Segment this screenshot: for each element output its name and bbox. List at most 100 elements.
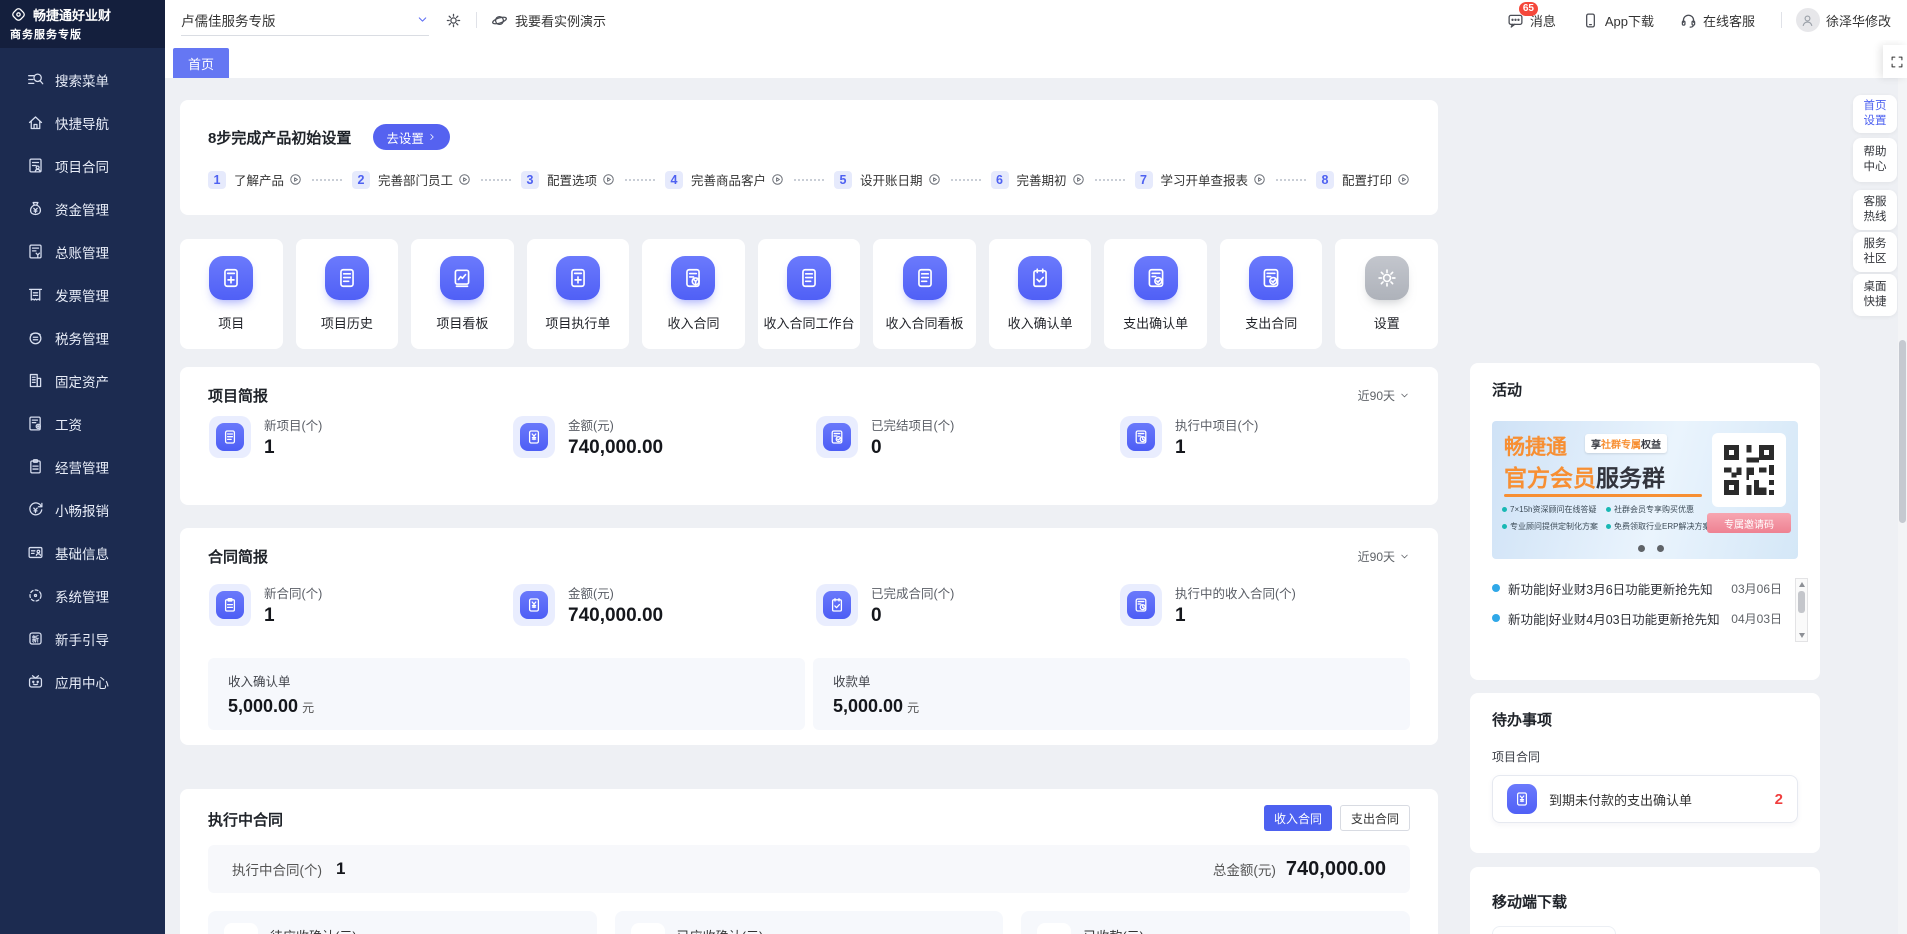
setup-step-3[interactable]: 3 配置选项 — [521, 170, 615, 189]
setup-step-8[interactable]: 8 配置打印 — [1316, 170, 1410, 189]
setup-step-6[interactable]: 6 完善期初 — [990, 170, 1085, 189]
sidebar-item-tax[interactable]: 税务管理 — [0, 316, 165, 359]
setup-step-7[interactable]: 7 学习开单查报表 — [1134, 170, 1267, 189]
scroll-down-arrow[interactable] — [1799, 633, 1805, 638]
project-brief-title: 项目简报 — [208, 388, 269, 405]
shortcut-label: 收入合同 — [667, 316, 720, 331]
activity-banner[interactable]: 畅捷通 享社群专属权益 官方会员服务群 7×15h资深顾问在线答疑 社群会员专享… — [1492, 421, 1798, 559]
page-scrollbar[interactable] — [1898, 78, 1907, 934]
setup-step-5[interactable]: 5 设开账日期 — [834, 170, 941, 189]
stat-project-amount: 金额(元) 740,000.00 — [513, 415, 663, 459]
chevron-down-icon — [416, 13, 429, 26]
sidebar-item-reimburse[interactable]: 小畅报销 — [0, 488, 165, 531]
calculator-icon — [555, 256, 600, 300]
sidebar-item-salary[interactable]: 工资 — [0, 402, 165, 445]
setup-step-2[interactable]: 2 完善部门员工 — [352, 170, 471, 189]
tab-home[interactable]: 首页 — [173, 48, 229, 78]
setup-step-1[interactable]: 1 了解产品 — [208, 170, 302, 189]
stat-value: 740,000.00 — [568, 605, 664, 626]
play-circle-icon — [1072, 173, 1085, 186]
shortcut-expense-contract[interactable]: 支出合同 — [1219, 239, 1323, 349]
todo-item-overdue-expense[interactable]: 到期未付款的支出确认单 2 — [1492, 775, 1798, 823]
gear-icon[interactable] — [445, 12, 462, 29]
shortcut-income-contract[interactable]: 收入合同 — [642, 239, 745, 349]
income-contract-toggle[interactable]: 收入合同 — [1263, 805, 1332, 831]
metric-icon — [1037, 923, 1072, 934]
sidebar-item-label: 总账管理 — [55, 245, 109, 261]
quicklink-home-settings[interactable]: 首页 设置 — [1853, 95, 1897, 133]
sidebar-item-funds[interactable]: 资金管理 — [0, 187, 165, 230]
banner-brand: 畅捷通 — [1504, 436, 1567, 459]
sidebar-item-quick-nav[interactable]: 快捷导航 — [0, 101, 165, 144]
scroll-up-arrow[interactable] — [1798, 582, 1805, 587]
scrollbar-thumb[interactable] — [1899, 340, 1906, 523]
quicklink-desktop-shortcut[interactable]: 桌面 快捷 — [1853, 274, 1897, 316]
sidebar-item-label: 小畅报销 — [55, 503, 109, 519]
banner-bullet: 免费领取行业ERP解决方案 — [1606, 522, 1716, 532]
subcard-value: 5,000.00 — [833, 696, 904, 716]
online-service-button[interactable]: 在线客服 — [1680, 11, 1755, 30]
messages-button[interactable]: 消息 65 — [1507, 1, 1556, 30]
sidebar-item-label: 系统管理 — [55, 589, 109, 605]
shortcut-label: 项目历史 — [320, 316, 373, 331]
shortcut-settings[interactable]: 设置 — [1335, 239, 1439, 349]
expense-contract-toggle[interactable]: 支出合同 — [1339, 805, 1410, 831]
demo-label: 我要看实例演示 — [515, 13, 607, 29]
contract-type-toggle: 收入合同 支出合同 — [1263, 805, 1410, 831]
contract-brief-range-select[interactable]: 近90天 — [1358, 548, 1410, 565]
news-item[interactable]: 新功能|好业财3月6日功能更新抢先知 03月06日 — [1492, 575, 1782, 601]
document-icon — [324, 256, 369, 300]
receipt-subcard: 收款单 5,000.00 元 — [813, 658, 1410, 730]
carousel-dot[interactable] — [1657, 545, 1664, 552]
go-setup-button[interactable]: 去设置 — [373, 124, 450, 150]
divider — [1780, 12, 1782, 28]
sidebar-item-project-contract[interactable]: 项目合同 — [0, 144, 165, 187]
fullscreen-button[interactable] — [1883, 45, 1907, 78]
shortcut-project[interactable]: 项目 — [180, 239, 283, 349]
workspace-select[interactable]: 卢儒佳服务专版 — [181, 5, 429, 36]
salary-icon — [27, 415, 44, 432]
quicklink-service-community[interactable]: 服务 社区 — [1853, 232, 1897, 272]
shortcut-project-board[interactable]: 项目看板 — [411, 239, 514, 349]
app-download-button[interactable]: App下载 — [1582, 11, 1654, 30]
demo-link[interactable]: 我要看实例演示 — [491, 11, 606, 30]
stat-contract-amount: 金额(元) 740,000.00 — [513, 583, 663, 627]
sidebar-item-operations[interactable]: 经营管理 — [0, 445, 165, 488]
sidebar-item-ledger[interactable]: 总账管理 — [0, 230, 165, 273]
step-label: 完善期初 — [1016, 174, 1067, 188]
quicklink-help-center[interactable]: 帮助 中心 — [1853, 138, 1897, 182]
headset-icon — [1680, 12, 1697, 29]
gear-icon — [1364, 256, 1409, 300]
online-service-label: 在线客服 — [1702, 13, 1755, 29]
sidebar-item-system[interactable]: 系统管理 — [0, 574, 165, 617]
chart-board-icon — [440, 256, 485, 300]
setup-title: 8步完成产品初始设置 — [208, 129, 352, 147]
scrollbar-thumb[interactable] — [1798, 591, 1805, 613]
messages-badge: 65 — [1518, 1, 1538, 16]
sidebar-item-search-menu[interactable]: 搜索菜单 — [0, 58, 165, 101]
quicklink-service-hotline[interactable]: 客服 热线 — [1853, 190, 1897, 230]
shortcut-project-history[interactable]: 项目历史 — [295, 239, 399, 349]
shortcut-expense-confirm[interactable]: 支出确认单 — [1104, 239, 1207, 349]
shortcut-income-confirm[interactable]: 收入确认单 — [988, 239, 1092, 349]
sidebar-item-newbie-guide[interactable]: 新手引导 — [0, 617, 165, 660]
news-item[interactable]: 新功能|好业财4月03日功能更新抢先知 04月03日 — [1492, 605, 1782, 631]
quicklink-label: 快捷 — [1863, 296, 1887, 308]
income-confirm-subcard: 收入确认单 5,000.00 元 — [208, 658, 805, 730]
shortcut-income-contract-board[interactable]: 收入合同看板 — [873, 239, 976, 349]
document-icon — [209, 416, 251, 458]
stat-value: 1 — [1175, 605, 1186, 626]
project-brief-range-select[interactable]: 近90天 — [1358, 387, 1410, 404]
sidebar-item-invoice[interactable]: 发票管理 — [0, 273, 165, 316]
sidebar-item-app-center[interactable]: 应用中心 — [0, 660, 165, 703]
sidebar-item-fixed-assets[interactable]: 固定资产 — [0, 359, 165, 402]
shortcut-project-exec-order[interactable]: 项目执行单 — [526, 239, 630, 349]
setup-step-4[interactable]: 4 完善商品客户 — [665, 170, 784, 189]
executing-summary-bar: 执行中合同(个) 1 总金额(元) 740,000.00 — [208, 845, 1410, 893]
shortcut-income-contract-workbench[interactable]: 收入合同工作台 — [757, 239, 861, 349]
news-scrollbar[interactable] — [1795, 578, 1808, 642]
shortcut-label: 收入合同看板 — [885, 316, 964, 331]
carousel-dot[interactable] — [1638, 545, 1645, 552]
user-menu[interactable]: 徐泽华修改 — [1795, 8, 1891, 32]
sidebar-item-base-info[interactable]: 基础信息 — [0, 531, 165, 574]
